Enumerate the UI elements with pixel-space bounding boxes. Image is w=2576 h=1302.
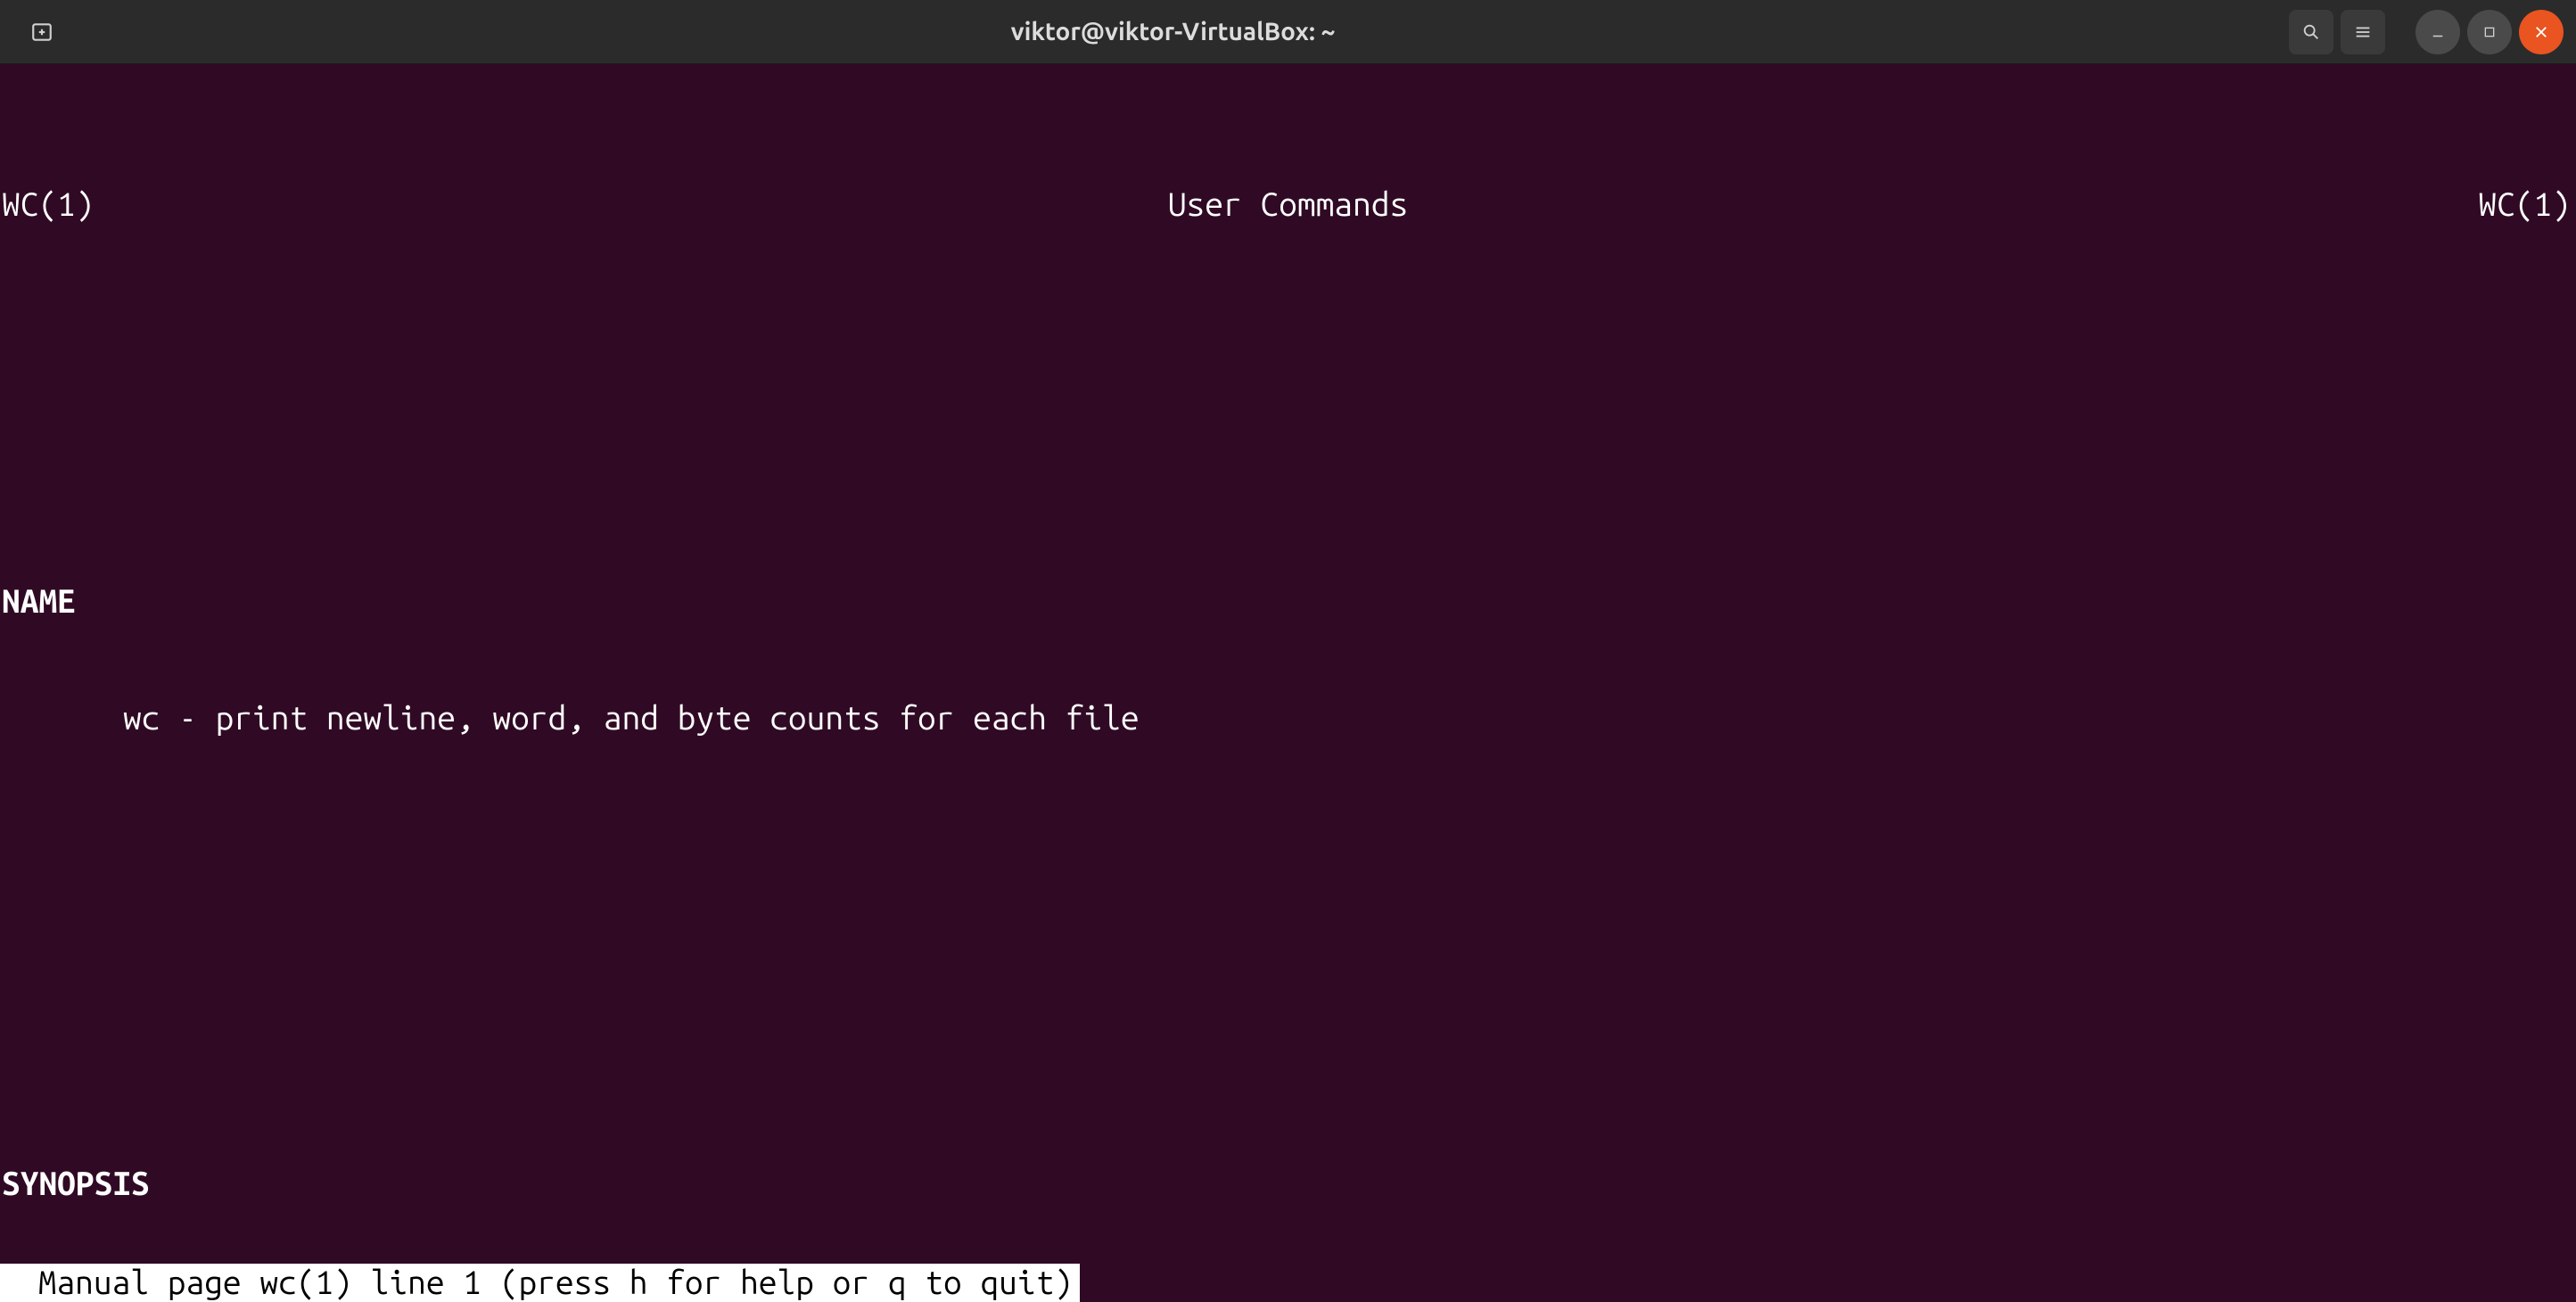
manpage-header-center: User Commands (1168, 185, 1408, 224)
name-line: wc - print newline, word, and byte count… (2, 698, 2576, 738)
minimize-button[interactable] (2416, 10, 2460, 54)
manpage-status-line[interactable]: Manual page wc(1) line 1 (press h for he… (0, 1264, 1080, 1302)
hamburger-menu-button[interactable] (2341, 10, 2385, 54)
minimize-icon (2430, 24, 2446, 40)
search-button[interactable] (2289, 10, 2333, 54)
terminal-viewport[interactable]: WC(1) User Commands WC(1) NAME wc - prin… (0, 64, 2576, 1302)
new-tab-icon (30, 21, 53, 44)
manpage-header-right: WC(1) (2478, 185, 2571, 224)
window-titlebar: viktor@viktor-VirtualBox: ~ (0, 0, 2576, 64)
close-button[interactable] (2519, 10, 2564, 54)
maximize-button[interactable] (2467, 10, 2512, 54)
search-icon (2301, 22, 2321, 42)
section-heading-synopsis: SYNOPSIS (2, 1164, 2576, 1203)
close-icon (2533, 24, 2549, 40)
manpage-header: WC(1) User Commands WC(1) (0, 185, 2576, 233)
manpage-header-left: WC(1) (2, 185, 95, 224)
new-tab-button[interactable] (20, 10, 64, 54)
menu-icon (2353, 22, 2373, 42)
maximize-icon (2482, 25, 2497, 39)
window-title: viktor@viktor-VirtualBox: ~ (64, 17, 2282, 46)
section-heading-name: NAME (2, 581, 2576, 621)
